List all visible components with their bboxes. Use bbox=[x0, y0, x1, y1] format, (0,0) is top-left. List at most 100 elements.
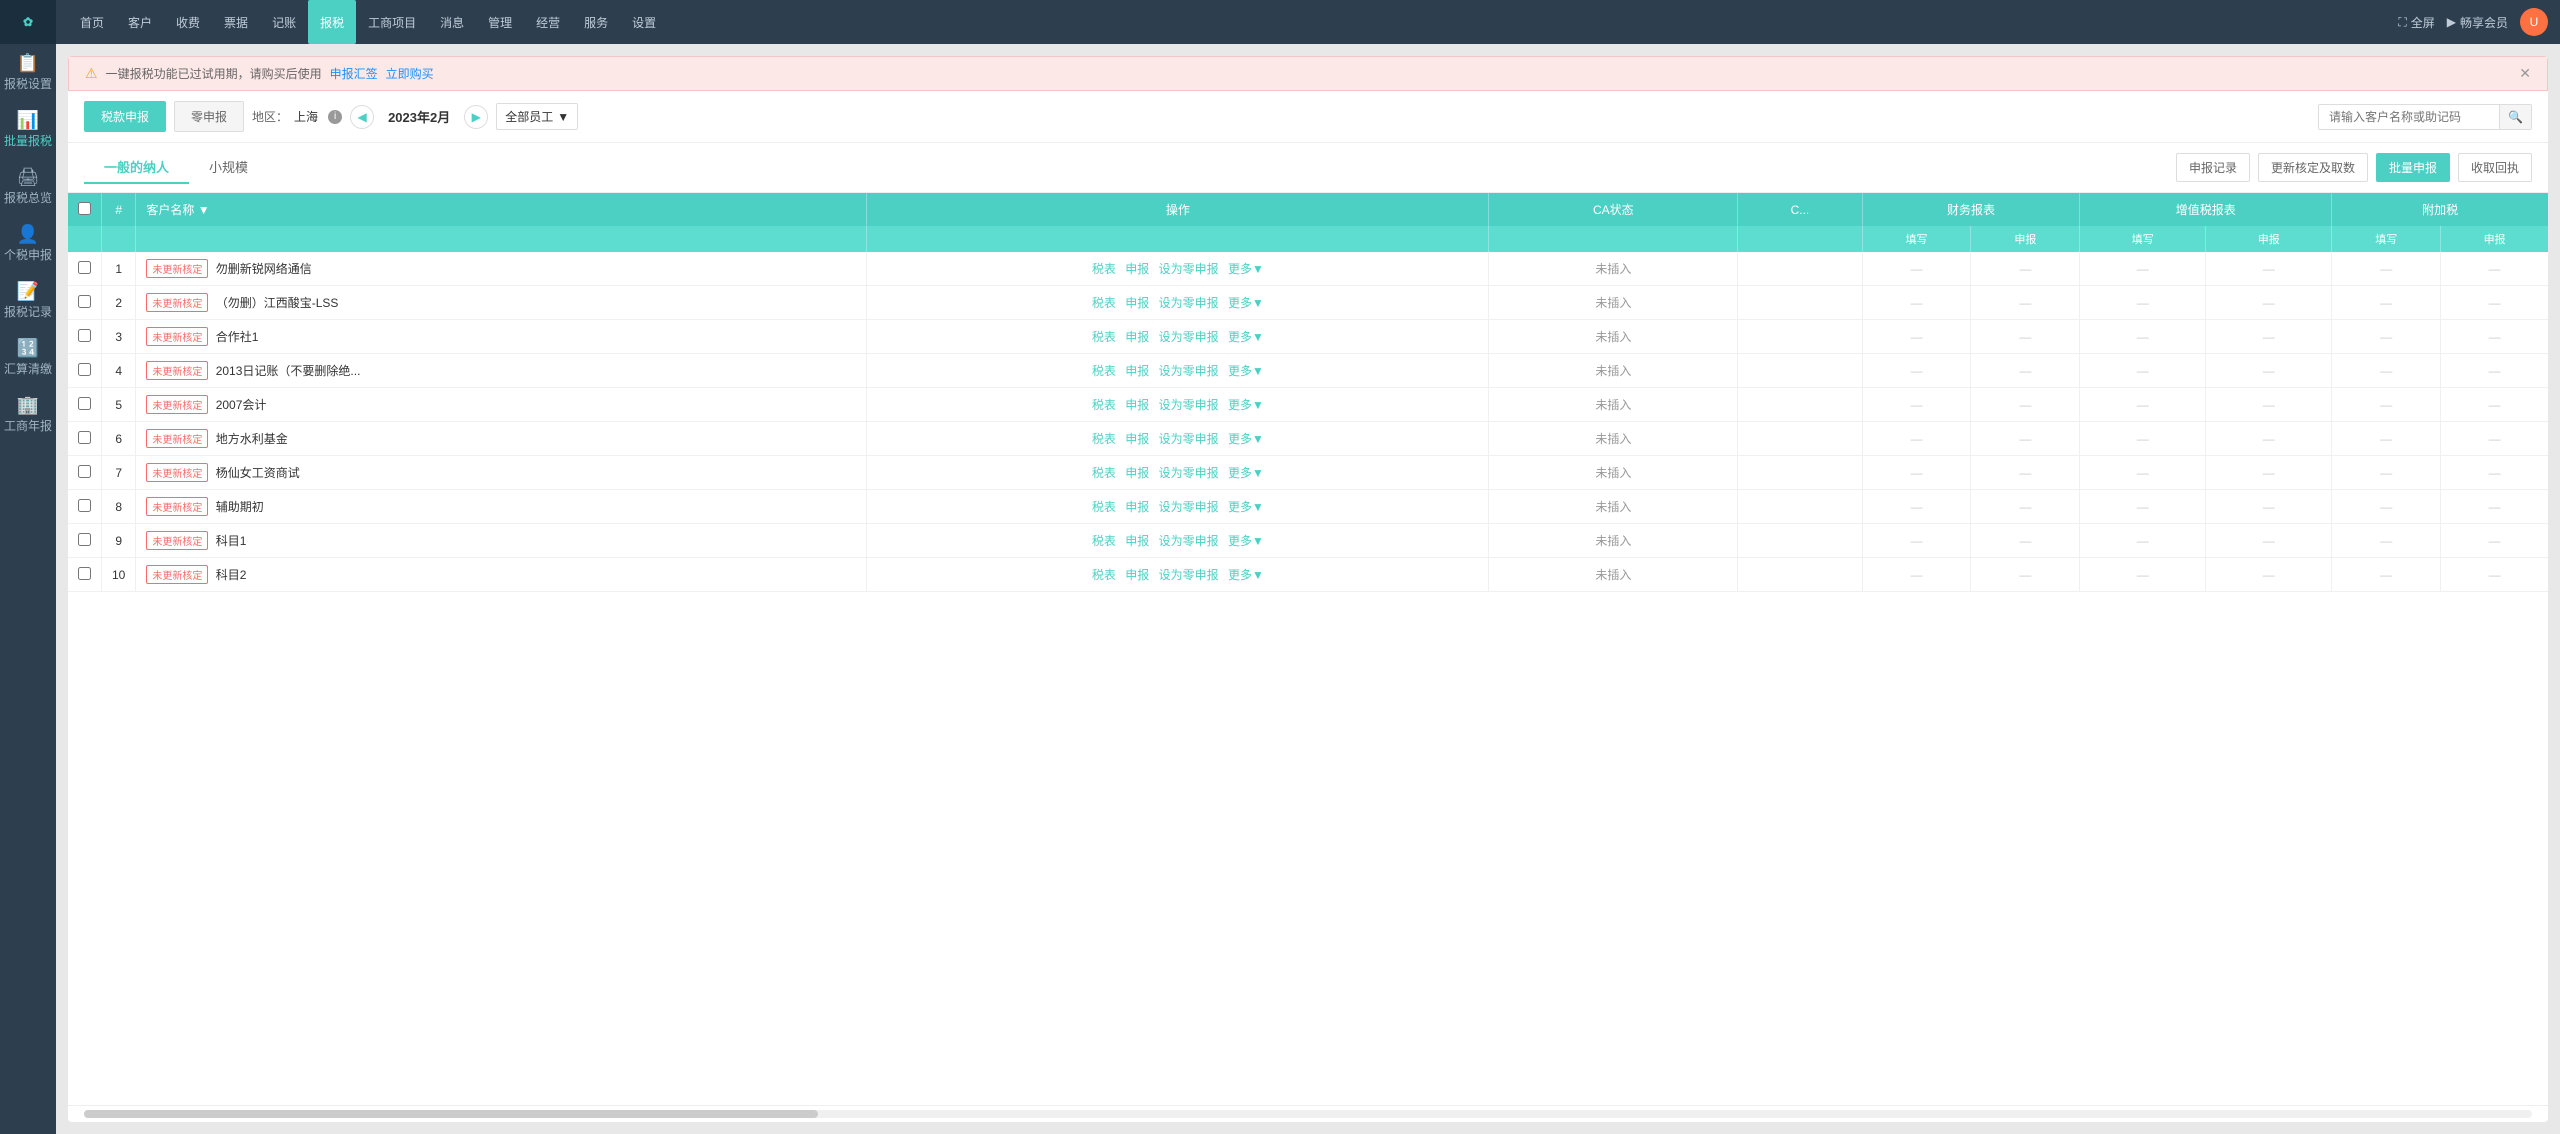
row-checkbox-5[interactable] bbox=[78, 431, 91, 444]
btn-batch-apply[interactable]: 批量申报 bbox=[2376, 153, 2450, 182]
row-finance-fill: — bbox=[1862, 456, 1971, 490]
sidebar-item-tax-overview[interactable]: 🖨 报税总览 bbox=[0, 158, 56, 215]
op-apply[interactable]: 申报 bbox=[1125, 466, 1149, 480]
region-info-icon[interactable]: i bbox=[328, 110, 342, 124]
row-checkbox-1[interactable] bbox=[78, 295, 91, 308]
row-checkbox-9[interactable] bbox=[78, 567, 91, 580]
op-tax-table[interactable]: 税表 bbox=[1092, 534, 1116, 548]
sidebar-item-label: 批量报税 bbox=[4, 134, 52, 150]
sidebar-item-tax-settings[interactable]: 📋 报税设置 bbox=[0, 44, 56, 101]
op-set-zero[interactable]: 设为零申报 bbox=[1159, 466, 1219, 480]
upgrade-btn[interactable]: ▶ 畅享会员 bbox=[2447, 14, 2508, 31]
op-more[interactable]: 更多▼ bbox=[1228, 568, 1264, 582]
row-checkbox-4[interactable] bbox=[78, 397, 91, 410]
op-tax-table[interactable]: 税表 bbox=[1092, 466, 1116, 480]
op-apply[interactable]: 申报 bbox=[1125, 296, 1149, 310]
sidebar-item-annual-report[interactable]: 🏢 工商年报 bbox=[0, 386, 56, 443]
nav-operations[interactable]: 经营 bbox=[524, 0, 572, 44]
tab-ling-shen[interactable]: 零申报 bbox=[174, 101, 244, 132]
row-finance-fill: — bbox=[1862, 422, 1971, 456]
search-btn[interactable]: 🔍 bbox=[2499, 105, 2531, 129]
app-logo[interactable]: ✿ bbox=[0, 0, 56, 44]
op-tax-table[interactable]: 税表 bbox=[1092, 262, 1116, 276]
op-more[interactable]: 更多▼ bbox=[1228, 364, 1264, 378]
row-customer-name: 未更新核定 辅助期初 bbox=[136, 490, 867, 524]
row-num: 3 bbox=[102, 320, 136, 354]
op-set-zero[interactable]: 设为零申报 bbox=[1159, 398, 1219, 412]
op-set-zero[interactable]: 设为零申报 bbox=[1159, 568, 1219, 582]
nav-billing[interactable]: 收费 bbox=[164, 0, 212, 44]
op-tax-table[interactable]: 税表 bbox=[1092, 568, 1116, 582]
row-checkbox-8[interactable] bbox=[78, 533, 91, 546]
op-set-zero[interactable]: 设为零申报 bbox=[1159, 364, 1219, 378]
tab-general-taxpayer[interactable]: 一般的纳人 bbox=[84, 151, 189, 184]
nav-invoice[interactable]: 票据 bbox=[212, 0, 260, 44]
nav-settings[interactable]: 设置 bbox=[620, 0, 668, 44]
date-prev-btn[interactable]: ◀ bbox=[350, 105, 374, 129]
op-apply[interactable]: 申报 bbox=[1125, 432, 1149, 446]
user-avatar[interactable]: U bbox=[2520, 8, 2548, 36]
sidebar-item-settlement[interactable]: 🔢 汇算清缴 bbox=[0, 329, 56, 386]
nav-business[interactable]: 工商项目 bbox=[356, 0, 428, 44]
op-set-zero[interactable]: 设为零申报 bbox=[1159, 432, 1219, 446]
op-tax-table[interactable]: 税表 bbox=[1092, 364, 1116, 378]
op-set-zero[interactable]: 设为零申报 bbox=[1159, 296, 1219, 310]
nav-admin[interactable]: 管理 bbox=[476, 0, 524, 44]
op-tax-table[interactable]: 税表 bbox=[1092, 432, 1116, 446]
op-tax-table[interactable]: 税表 bbox=[1092, 330, 1116, 344]
date-next-btn[interactable]: ▶ bbox=[464, 105, 488, 129]
tab-shen-bao[interactable]: 税款申报 bbox=[84, 101, 166, 132]
search-input[interactable] bbox=[2319, 105, 2499, 129]
btn-fetch-back[interactable]: 收取回执 bbox=[2458, 153, 2532, 182]
op-apply[interactable]: 申报 bbox=[1125, 330, 1149, 344]
op-set-zero[interactable]: 设为零申报 bbox=[1159, 534, 1219, 548]
op-more[interactable]: 更多▼ bbox=[1228, 262, 1264, 276]
nav-service[interactable]: 服务 bbox=[572, 0, 620, 44]
row-checkbox-3[interactable] bbox=[78, 363, 91, 376]
op-more[interactable]: 更多▼ bbox=[1228, 534, 1264, 548]
row-name-text: 科目2 bbox=[216, 568, 247, 582]
row-finance-apply: — bbox=[1971, 388, 2080, 422]
op-apply[interactable]: 申报 bbox=[1125, 364, 1149, 378]
op-more[interactable]: 更多▼ bbox=[1228, 330, 1264, 344]
op-set-zero[interactable]: 设为零申报 bbox=[1159, 330, 1219, 344]
row-checkbox-7[interactable] bbox=[78, 499, 91, 512]
btn-apply-record[interactable]: 申报记录 bbox=[2176, 153, 2250, 182]
sidebar-item-personal-tax[interactable]: 👤 个税申报 bbox=[0, 215, 56, 272]
dept-selector[interactable]: 全部员工 ▼ bbox=[496, 103, 578, 130]
op-apply[interactable]: 申报 bbox=[1125, 534, 1149, 548]
sidebar-item-tax-records[interactable]: 📝 报税记录 bbox=[0, 272, 56, 329]
row-tax-fill: — bbox=[2080, 252, 2206, 286]
op-more[interactable]: 更多▼ bbox=[1228, 398, 1264, 412]
nav-customer[interactable]: 客户 bbox=[116, 0, 164, 44]
nav-tax[interactable]: 报税 bbox=[308, 0, 356, 44]
op-tax-table[interactable]: 税表 bbox=[1092, 500, 1116, 514]
notice-close-btn[interactable]: ✕ bbox=[2519, 65, 2531, 82]
row-checkbox-2[interactable] bbox=[78, 329, 91, 342]
row-checkbox-6[interactable] bbox=[78, 465, 91, 478]
notice-link-record[interactable]: 申报汇签 bbox=[330, 65, 378, 82]
row-checkbox-0[interactable] bbox=[78, 261, 91, 274]
tab-small-scale[interactable]: 小规模 bbox=[189, 151, 268, 184]
op-apply[interactable]: 申报 bbox=[1125, 568, 1149, 582]
op-apply[interactable]: 申报 bbox=[1125, 262, 1149, 276]
op-more[interactable]: 更多▼ bbox=[1228, 500, 1264, 514]
nav-messages[interactable]: 消息 bbox=[428, 0, 476, 44]
op-more[interactable]: 更多▼ bbox=[1228, 432, 1264, 446]
row-tax-apply: — bbox=[2206, 558, 2332, 592]
nav-accounting[interactable]: 记账 bbox=[260, 0, 308, 44]
sidebar-item-batch-tax[interactable]: 📊 批量报税 bbox=[0, 101, 56, 158]
op-more[interactable]: 更多▼ bbox=[1228, 466, 1264, 480]
op-tax-table[interactable]: 税表 bbox=[1092, 296, 1116, 310]
select-all-checkbox[interactable] bbox=[78, 202, 91, 215]
op-tax-table[interactable]: 税表 bbox=[1092, 398, 1116, 412]
nav-home[interactable]: 首页 bbox=[68, 0, 116, 44]
fullscreen-toggle[interactable]: ⛶ 全屏 bbox=[2398, 14, 2434, 31]
notice-link-buy[interactable]: 立即购买 bbox=[386, 65, 434, 82]
op-more[interactable]: 更多▼ bbox=[1228, 296, 1264, 310]
op-set-zero[interactable]: 设为零申报 bbox=[1159, 500, 1219, 514]
op-apply[interactable]: 申报 bbox=[1125, 500, 1149, 514]
op-set-zero[interactable]: 设为零申报 bbox=[1159, 262, 1219, 276]
btn-update-confirm[interactable]: 更新核定及取数 bbox=[2258, 153, 2368, 182]
op-apply[interactable]: 申报 bbox=[1125, 398, 1149, 412]
